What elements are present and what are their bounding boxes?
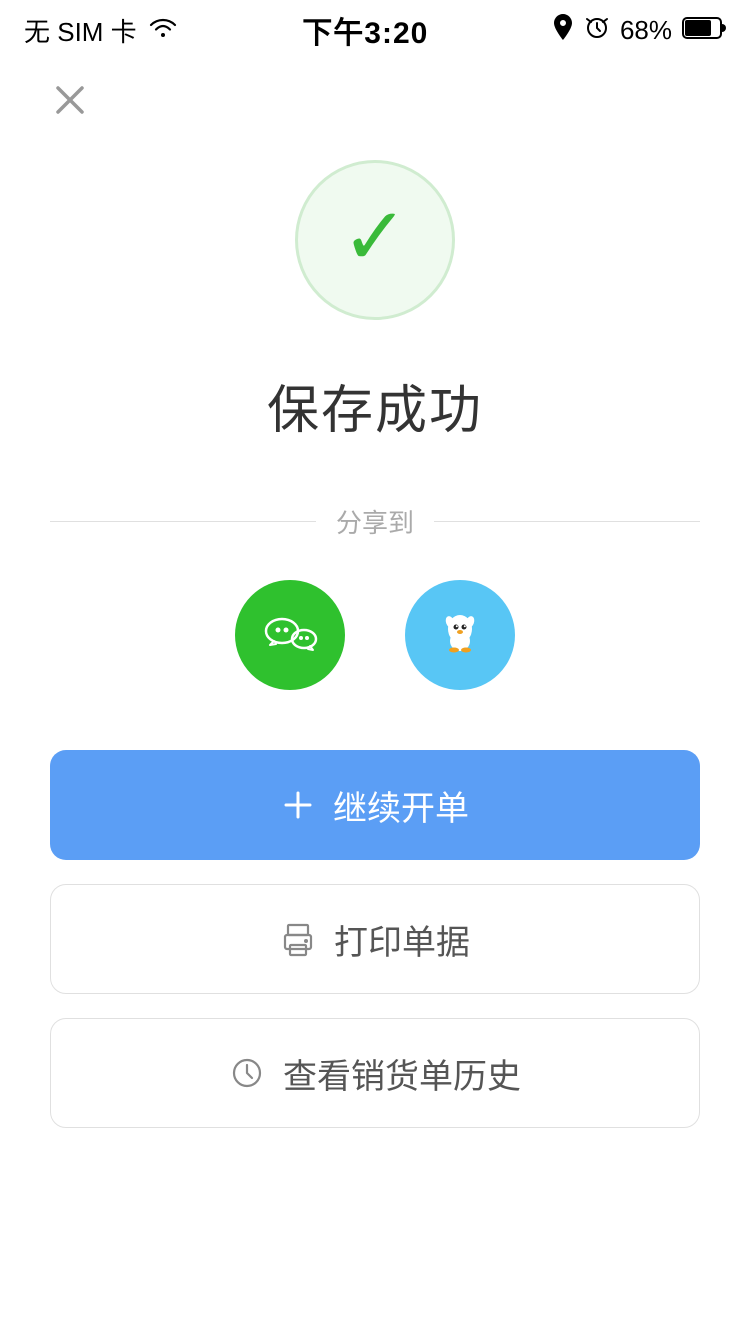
print-label: 打印单据 [334,915,470,964]
status-time: 下午3:20 [302,8,428,52]
plus-icon [281,788,315,822]
success-title: 保存成功 [267,368,483,443]
printer-icon [280,921,316,957]
location-icon [552,14,574,47]
qq-share-button[interactable] [405,580,515,690]
carrier-label: 无 SIM 卡 [24,12,137,49]
status-left: 无 SIM 卡 [24,12,179,49]
continue-button[interactable]: 继续开单 [50,750,700,860]
battery-label: 68% [620,15,672,46]
wifi-icon [147,15,179,46]
success-icon-circle: ✓ [295,160,455,320]
close-button[interactable] [40,70,100,130]
battery-icon [682,15,726,46]
wechat-share-button[interactable] [235,580,345,690]
share-icons-row [50,580,700,690]
divider-right [434,521,700,522]
continue-label: 继续开单 [333,781,469,830]
alarm-icon [584,14,610,47]
main-content: ✓ 保存成功 分享到 [0,60,750,1128]
share-section: 分享到 [0,503,750,750]
share-divider: 分享到 [50,503,700,540]
print-button[interactable]: 打印单据 [50,884,700,994]
status-bar: 无 SIM 卡 下午3:20 68% [0,0,750,60]
history-button[interactable]: 查看销货单历史 [50,1018,700,1128]
action-buttons: 继续开单 打印单据 查看销货单历史 [0,750,750,1128]
checkmark-icon: ✓ [341,197,408,277]
divider-left [50,521,316,522]
history-label: 查看销货单历史 [283,1049,521,1098]
share-label: 分享到 [336,503,414,540]
clock-icon [229,1055,265,1091]
status-right: 68% [552,14,726,47]
